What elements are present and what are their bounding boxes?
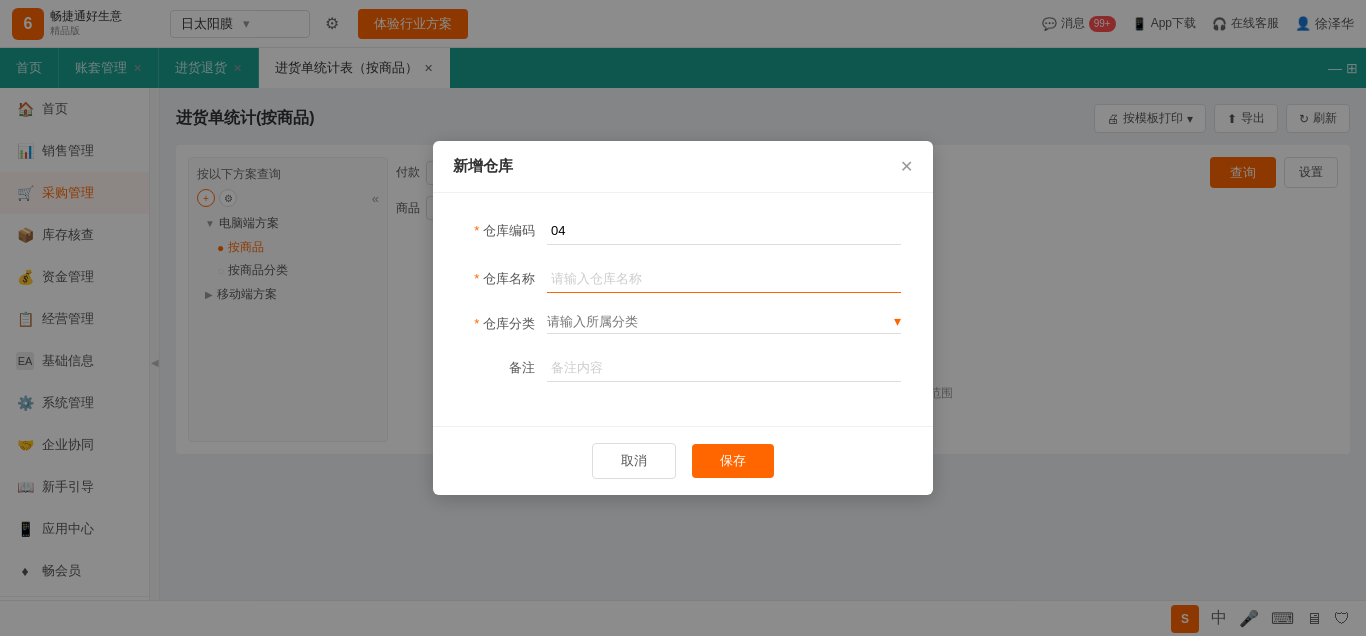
modal-footer: 取消 保存 <box>433 426 933 495</box>
category-label: 仓库分类 <box>465 315 535 333</box>
modal-overlay: 新增仓库 ✕ 仓库编码 仓库名称 仓库分类 ▾ 备注 <box>0 0 1366 636</box>
modal-body: 仓库编码 仓库名称 仓库分类 ▾ 备注 <box>433 193 933 426</box>
warehouse-code-input[interactable] <box>547 217 901 245</box>
cancel-button[interactable]: 取消 <box>592 443 676 479</box>
note-input[interactable] <box>547 354 901 382</box>
form-row-note: 备注 <box>465 354 901 382</box>
modal-close-button[interactable]: ✕ <box>900 157 913 176</box>
category-select-wrapper: ▾ <box>547 313 901 334</box>
category-input[interactable] <box>547 314 894 329</box>
code-label: 仓库编码 <box>465 222 535 240</box>
form-row-name: 仓库名称 <box>465 265 901 293</box>
warehouse-name-input[interactable] <box>547 265 901 293</box>
modal-title: 新增仓库 <box>453 157 513 176</box>
save-button[interactable]: 保存 <box>692 444 774 478</box>
form-row-code: 仓库编码 <box>465 217 901 245</box>
name-label: 仓库名称 <box>465 270 535 288</box>
note-label: 备注 <box>465 359 535 377</box>
modal-header: 新增仓库 ✕ <box>433 141 933 193</box>
category-dropdown-arrow-icon[interactable]: ▾ <box>894 313 901 329</box>
form-row-category: 仓库分类 ▾ <box>465 313 901 334</box>
new-warehouse-modal: 新增仓库 ✕ 仓库编码 仓库名称 仓库分类 ▾ 备注 <box>433 141 933 495</box>
